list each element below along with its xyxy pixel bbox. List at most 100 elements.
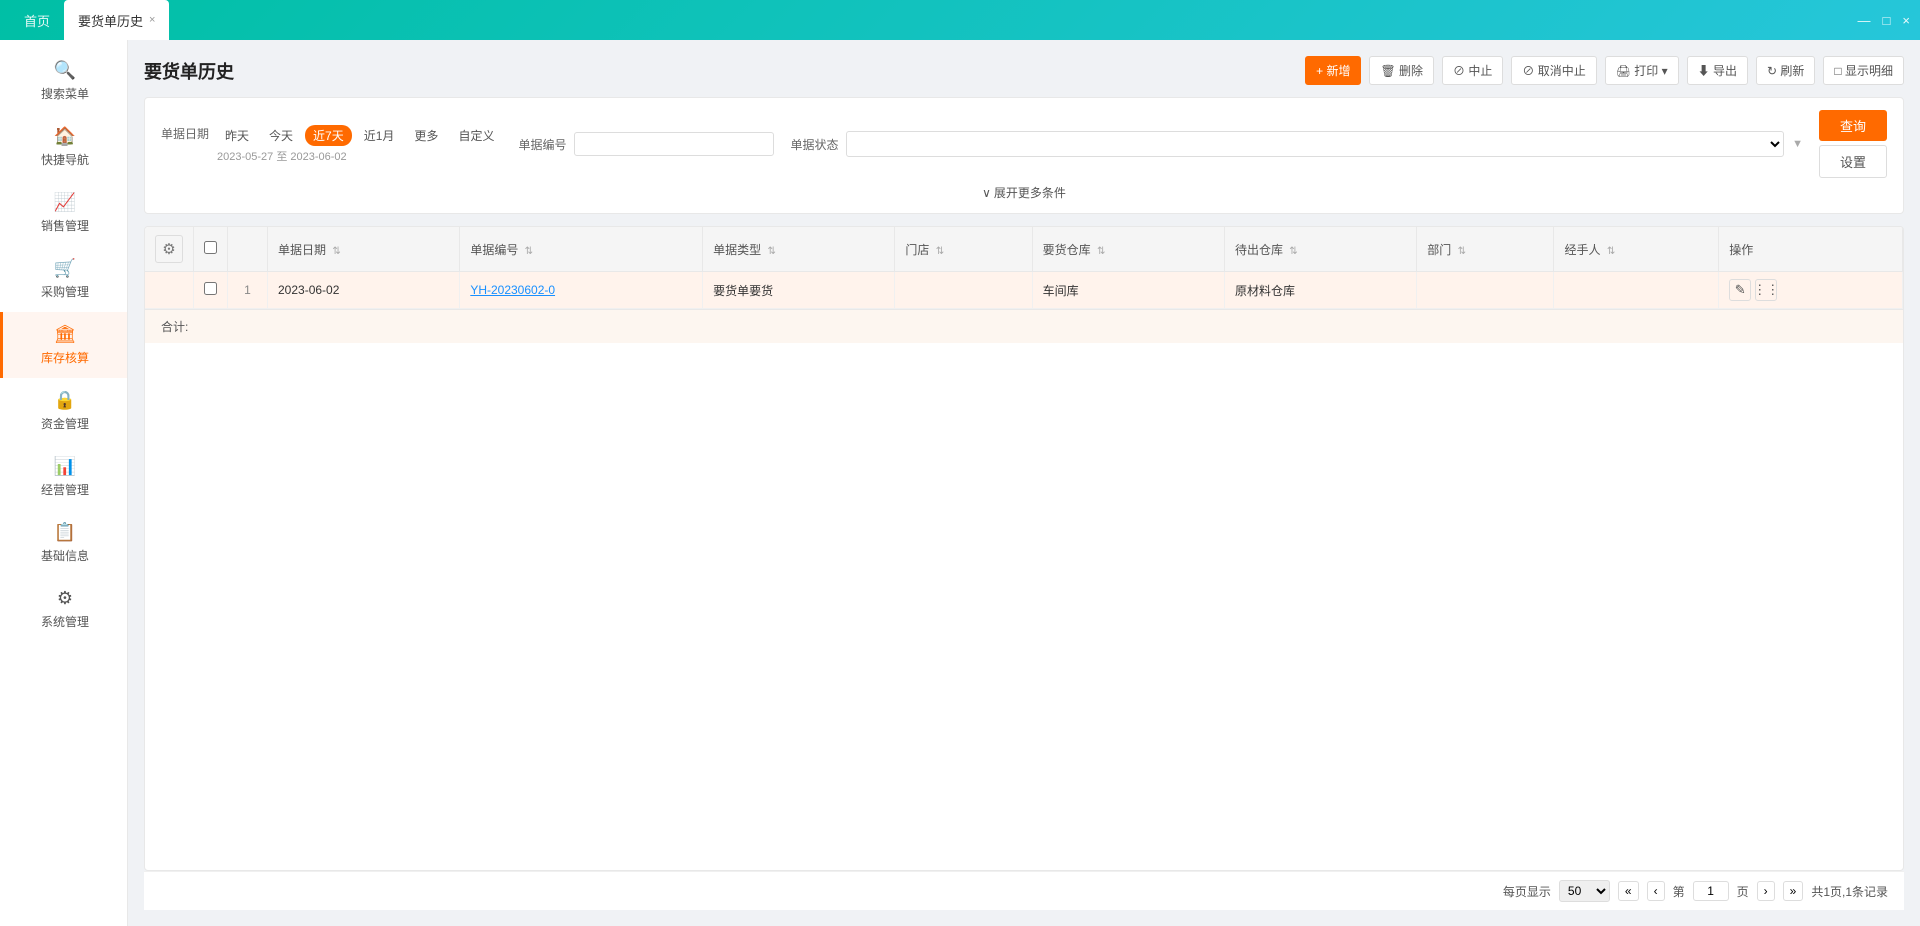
row-checkbox-cell [194, 272, 228, 309]
action-buttons: 查询 设置 [1819, 110, 1887, 178]
tab-requisition-history[interactable]: 要货单历史 × [64, 0, 169, 40]
status-filter-group: 单据状态 ▼ [790, 131, 1803, 157]
row-date-cell: 2023-06-02 [268, 272, 460, 309]
query-button[interactable]: 查询 [1819, 110, 1887, 141]
per-page-select[interactable]: 50 20 100 200 [1559, 880, 1610, 902]
op-icons: ✎ ⋮⋮ [1729, 279, 1892, 301]
col-department[interactable]: 部门 ⇅ [1417, 227, 1554, 272]
suspend-button[interactable]: ⊘ 中止 [1442, 56, 1503, 85]
filter-area: 单据日期 昨天 今天 近7天 近1月 更多 自定义 2023-05-27 至 2… [144, 97, 1904, 214]
sidebar-item-inventory-accounting[interactable]: 🏛 库存核算 [0, 312, 127, 378]
select-all-checkbox[interactable] [204, 241, 217, 254]
refresh-button[interactable]: ↻ 刷新 [1756, 56, 1815, 85]
data-table: ⚙ 单据日期 ⇅ 单据编号 ⇅ [145, 227, 1903, 309]
new-button[interactable]: + 新增 [1305, 56, 1361, 85]
col-pending-warehouse[interactable]: 待出仓库 ⇅ [1224, 227, 1416, 272]
prev-page-btn[interactable]: ‹ [1647, 881, 1665, 901]
print-button[interactable]: 🖨 打印 ▾ [1605, 56, 1679, 85]
next-page-btn[interactable]: › [1757, 881, 1775, 901]
table-row: 1 2023-06-02 YH-20230602-0 要货单要货 车间库 原材料… [145, 272, 1903, 309]
sidebar-item-quick-nav[interactable]: 🏠 快捷导航 [0, 114, 127, 180]
table-container: ⚙ 单据日期 ⇅ 单据编号 ⇅ [144, 226, 1904, 871]
page-title: 要货单历史 [144, 58, 234, 84]
sidebar-item-search-menu[interactable]: 🔍 搜索菜单 [0, 48, 127, 114]
col-store[interactable]: 门店 ⇅ [895, 227, 1032, 272]
main-content: 要货单历史 + 新增 🗑 删除 ⊘ 中止 ⊘ 取消中止 🖨 打印 ▾ ⬇ 导出 … [128, 40, 1920, 926]
sidebar-item-sales-mgmt[interactable]: 📈 销售管理 [0, 180, 127, 246]
col-req-warehouse[interactable]: 要货仓库 ⇅ [1032, 227, 1224, 272]
pagination: 每页显示 50 20 100 200 « ‹ 第 页 › » 共1页,1条记录 [144, 871, 1904, 910]
cart-icon: 🛒 [54, 258, 76, 279]
search-menu-icon: 🔍 [54, 60, 76, 81]
order-no-link[interactable]: YH-20230602-0 [470, 283, 555, 297]
date-custom-btn[interactable]: 自定义 [450, 125, 502, 146]
date-shortcuts-group: 昨天 今天 近7天 近1月 更多 自定义 2023-05-27 至 2023-0… [217, 125, 502, 164]
sidebar-item-operations-mgmt[interactable]: 📊 经营管理 [0, 444, 127, 510]
date-last7days-btn[interactable]: 近7天 [305, 125, 352, 146]
sidebar-item-basic-info[interactable]: 📋 基础信息 [0, 510, 127, 576]
column-settings-icon[interactable]: ⚙ [155, 235, 183, 263]
col-order-type[interactable]: 单据类型 ⇅ [703, 227, 895, 272]
order-no-input[interactable] [574, 132, 774, 156]
sidebar-item-purchase-mgmt[interactable]: 🛒 采购管理 [0, 246, 127, 312]
col-settings[interactable]: ⚙ [145, 227, 194, 272]
row-handler-cell [1554, 272, 1719, 309]
system-icon: ⚙ [57, 588, 73, 609]
col-date[interactable]: 单据日期 ⇅ [268, 227, 460, 272]
window-minimize[interactable]: — [1858, 13, 1871, 28]
last-page-btn[interactable]: » [1783, 881, 1804, 901]
close-tab-icon[interactable]: × [149, 14, 155, 26]
delete-button[interactable]: 🗑 删除 [1369, 56, 1434, 85]
export-button[interactable]: ⬇ 导出 [1687, 56, 1748, 85]
operations-icon: 📊 [54, 456, 76, 477]
page-input[interactable] [1693, 881, 1729, 901]
home-icon: 🏠 [54, 126, 76, 147]
col-handler[interactable]: 经手人 ⇅ [1554, 227, 1719, 272]
row-order-type-cell: 要货单要货 [703, 272, 895, 309]
date-yesterday-btn[interactable]: 昨天 [217, 125, 257, 146]
row-req-warehouse-cell: 车间库 [1032, 272, 1224, 309]
col-num [228, 227, 268, 272]
tab-home[interactable]: 首页 [10, 0, 64, 40]
sidebar-item-capital-mgmt[interactable]: 🔒 资金管理 [0, 378, 127, 444]
date-last1month-btn[interactable]: 近1月 [356, 125, 403, 146]
date-today-btn[interactable]: 今天 [261, 125, 301, 146]
filter-row-1: 单据日期 昨天 今天 近7天 近1月 更多 自定义 2023-05-27 至 2… [161, 110, 1887, 178]
top-bar: 首页 要货单历史 × — □ × [0, 0, 1920, 40]
date-more-btn[interactable]: 更多 [406, 125, 446, 146]
sort-pending-warehouse-icon: ⇅ [1289, 246, 1297, 257]
date-range-display: 2023-05-27 至 2023-06-02 [217, 148, 502, 164]
setting-button[interactable]: 设置 [1819, 145, 1887, 178]
footer-label: 合计: [161, 320, 188, 334]
sidebar-item-system-mgmt[interactable]: ⚙ 系统管理 [0, 576, 127, 642]
status-select[interactable] [846, 131, 1784, 157]
page-label-post: 页 [1737, 883, 1749, 900]
window-controls: — □ × [1858, 13, 1910, 28]
lock-icon: 🔒 [54, 390, 76, 411]
more-ops-icon[interactable]: ⋮⋮ [1755, 279, 1777, 301]
show-detail-button[interactable]: □ 显示明细 [1823, 56, 1904, 85]
row-settings-cell [145, 272, 194, 309]
date-filter-group: 单据日期 昨天 今天 近7天 近1月 更多 自定义 2023-05-27 至 2… [161, 125, 502, 164]
page-label-pre: 第 [1673, 883, 1685, 900]
row-department-cell [1417, 272, 1554, 309]
row-checkbox[interactable] [204, 282, 217, 295]
date-label: 单据日期 [161, 125, 209, 142]
first-page-btn[interactable]: « [1618, 881, 1639, 901]
sort-date-icon: ⇅ [332, 246, 340, 257]
status-dropdown-icon: ▼ [1792, 138, 1803, 150]
col-checkbox [194, 227, 228, 272]
page-header: 要货单历史 + 新增 🗑 删除 ⊘ 中止 ⊘ 取消中止 🖨 打印 ▾ ⬇ 导出 … [144, 56, 1904, 85]
window-maximize[interactable]: □ [1883, 13, 1891, 28]
per-page-label: 每页显示 [1503, 883, 1551, 900]
expand-conditions-btn[interactable]: ∨ 展开更多条件 [161, 184, 1887, 201]
window-close[interactable]: × [1902, 13, 1910, 28]
table-header-row: ⚙ 单据日期 ⇅ 单据编号 ⇅ [145, 227, 1903, 272]
edit-icon[interactable]: ✎ [1729, 279, 1751, 301]
row-order-no-cell[interactable]: YH-20230602-0 [460, 272, 703, 309]
col-order-no[interactable]: 单据编号 ⇅ [460, 227, 703, 272]
row-num-cell: 1 [228, 272, 268, 309]
sort-req-warehouse-icon: ⇅ [1097, 246, 1105, 257]
cancel-suspend-button[interactable]: ⊘ 取消中止 [1511, 56, 1596, 85]
inventory-icon: 🏛 [54, 324, 77, 345]
